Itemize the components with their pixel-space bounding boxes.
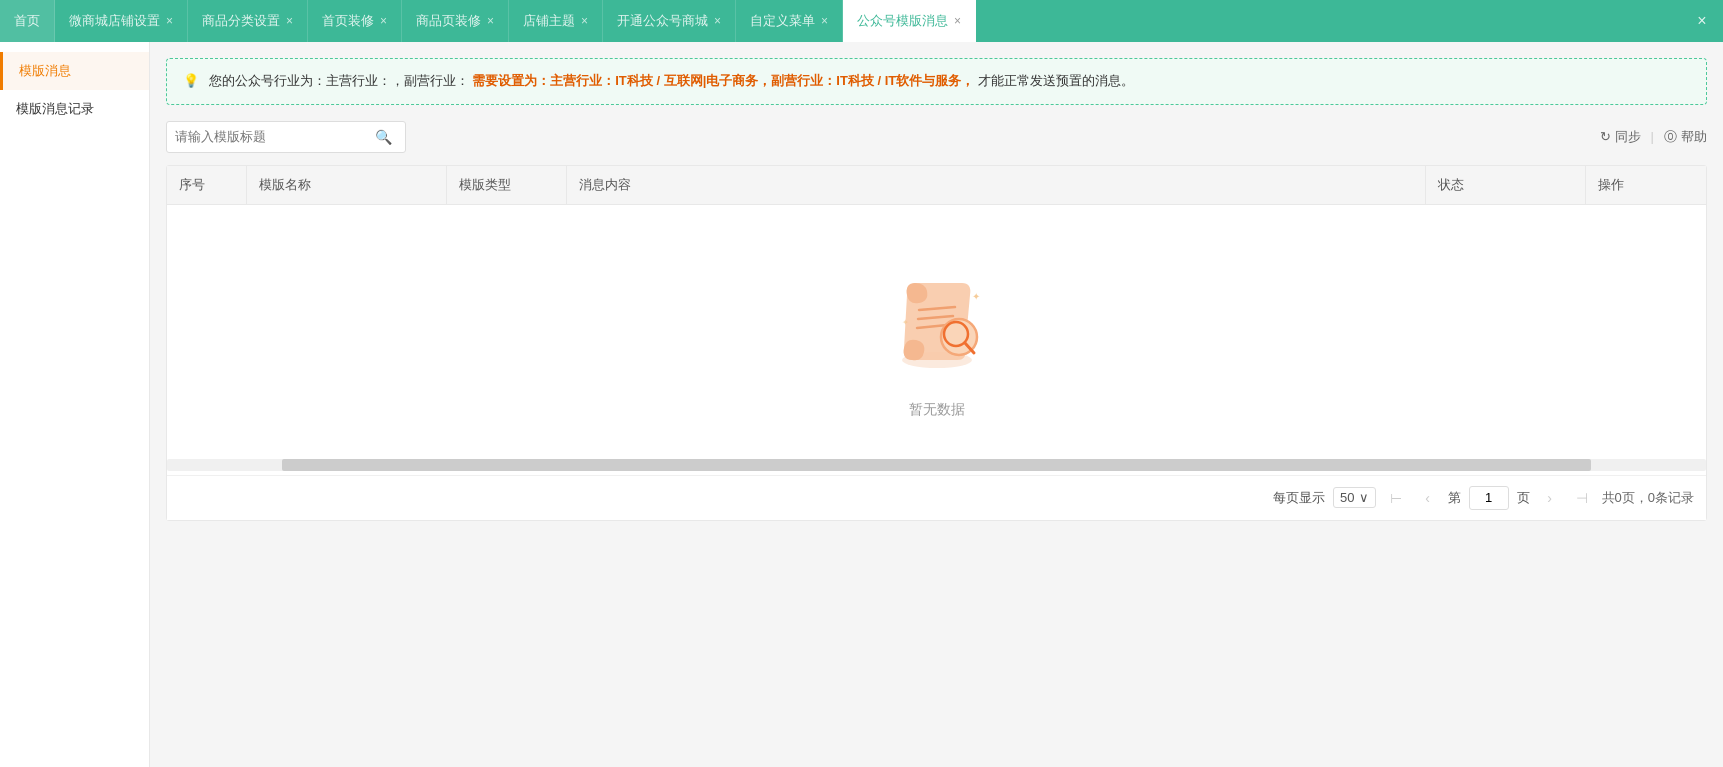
tab-label-template-msg: 公众号模版消息	[857, 12, 948, 30]
tab-template-msg[interactable]: 公众号模版消息 ×	[843, 0, 976, 42]
tab-close-product-decor[interactable]: ×	[487, 14, 494, 28]
last-page-button[interactable]: ⊣	[1570, 486, 1594, 510]
next-page-button[interactable]: ›	[1538, 486, 1562, 510]
th-index: 序号	[167, 166, 247, 204]
notice-icon: 💡	[183, 73, 199, 88]
tab-close-shop-theme[interactable]: ×	[581, 14, 588, 28]
page-size-label: 每页显示	[1273, 489, 1325, 507]
help-icon: ⓪	[1664, 128, 1677, 146]
tab-bar: 首页微商城店铺设置×商品分类设置×首页装修×商品页装修×店铺主题×开通公众号商城…	[0, 0, 1723, 42]
page-label: 第	[1448, 489, 1461, 507]
help-button[interactable]: ⓪ 帮助	[1664, 128, 1707, 146]
th-status: 状态	[1426, 166, 1586, 204]
empty-state: ✦ ✦ 暂无数据	[167, 205, 1706, 459]
sidebar-item-template-msg[interactable]: 模版消息	[0, 52, 149, 90]
table-header: 序号 模版名称 模版类型 消息内容 状态 操作	[167, 166, 1706, 205]
search-actions: ↻ 同步 | ⓪ 帮助	[1600, 128, 1707, 146]
prev-page-button[interactable]: ‹	[1416, 486, 1440, 510]
close-all-button[interactable]: ×	[1681, 0, 1723, 42]
tab-shop-settings[interactable]: 微商城店铺设置 ×	[55, 0, 188, 42]
tab-close-home-decor[interactable]: ×	[380, 14, 387, 28]
tab-shop-theme[interactable]: 店铺主题 ×	[509, 0, 603, 42]
industry-notice: 💡 您的公众号行业为：主营行业：，副营行业： 需要设置为：主营行业：IT科技 /…	[166, 58, 1707, 105]
content-area: 💡 您的公众号行业为：主营行业：，副营行业： 需要设置为：主营行业：IT科技 /…	[150, 42, 1723, 767]
th-content: 消息内容	[567, 166, 1426, 204]
page-size-value: 50	[1340, 490, 1354, 505]
tab-home[interactable]: 首页	[0, 0, 55, 42]
divider: |	[1651, 129, 1654, 144]
sidebar: 模版消息模版消息记录	[0, 42, 150, 767]
pagination: 每页显示 50 ∨ ⊢ ‹ 第 页 › ⊣ 共0页，0条记录	[167, 475, 1706, 520]
tab-close-template-msg[interactable]: ×	[954, 14, 961, 28]
tab-label-home: 首页	[14, 12, 40, 30]
svg-text:✦: ✦	[902, 318, 909, 327]
main-layout: 模版消息模版消息记录 💡 您的公众号行业为：主营行业：，副营行业： 需要设置为：…	[0, 42, 1723, 767]
page-input[interactable]	[1469, 486, 1509, 510]
tab-label-open-mall: 开通公众号商城	[617, 12, 708, 30]
sync-icon: ↻	[1600, 129, 1611, 144]
total-info: 共0页，0条记录	[1602, 489, 1694, 507]
page-size-select[interactable]: 50 ∨	[1333, 487, 1375, 508]
tab-label-home-decor: 首页装修	[322, 12, 374, 30]
tab-custom-menu[interactable]: 自定义菜单 ×	[736, 0, 843, 42]
tab-label-shop-theme: 店铺主题	[523, 12, 575, 30]
sync-label: 同步	[1615, 128, 1641, 146]
tab-home-decor[interactable]: 首页装修 ×	[308, 0, 402, 42]
tab-label-shop-settings: 微商城店铺设置	[69, 12, 160, 30]
search-icon[interactable]: 🔍	[375, 129, 392, 145]
empty-text: 暂无数据	[909, 401, 965, 419]
search-input[interactable]	[175, 129, 375, 144]
tab-open-mall[interactable]: 开通公众号商城 ×	[603, 0, 736, 42]
th-action: 操作	[1586, 166, 1706, 204]
notice-text2: 才能正常发送预置的消息。	[978, 73, 1134, 88]
empty-icon: ✦ ✦	[877, 265, 997, 385]
tab-close-open-mall[interactable]: ×	[714, 14, 721, 28]
th-type: 模版类型	[447, 166, 567, 204]
tab-product-decor[interactable]: 商品页装修 ×	[402, 0, 509, 42]
tab-label-category-settings: 商品分类设置	[202, 12, 280, 30]
template-table: 序号 模版名称 模版类型 消息内容 状态 操作	[166, 165, 1707, 521]
scrollbar-thumb	[282, 459, 1590, 471]
tab-category-settings[interactable]: 商品分类设置 ×	[188, 0, 308, 42]
first-page-button[interactable]: ⊢	[1384, 486, 1408, 510]
horizontal-scrollbar[interactable]	[167, 459, 1706, 471]
search-bar: 🔍 ↻ 同步 | ⓪ 帮助	[166, 121, 1707, 153]
notice-highlight: 需要设置为：主营行业：IT科技 / 互联网|电子商务，副营行业：IT科技 / I…	[472, 73, 974, 88]
tab-label-custom-menu: 自定义菜单	[750, 12, 815, 30]
tab-label-product-decor: 商品页装修	[416, 12, 481, 30]
notice-text1: 您的公众号行业为：主营行业：，副营行业：	[209, 73, 469, 88]
sync-button[interactable]: ↻ 同步	[1600, 128, 1641, 146]
tab-close-custom-menu[interactable]: ×	[821, 14, 828, 28]
sidebar-item-template-msg-record[interactable]: 模版消息记录	[0, 90, 149, 128]
svg-text:✦: ✦	[972, 291, 980, 302]
th-name: 模版名称	[247, 166, 447, 204]
search-input-wrap: 🔍	[166, 121, 406, 153]
page-label2: 页	[1517, 489, 1530, 507]
tab-close-shop-settings[interactable]: ×	[166, 14, 173, 28]
help-label: 帮助	[1681, 128, 1707, 146]
page-size-chevron: ∨	[1359, 490, 1369, 505]
tab-close-category-settings[interactable]: ×	[286, 14, 293, 28]
